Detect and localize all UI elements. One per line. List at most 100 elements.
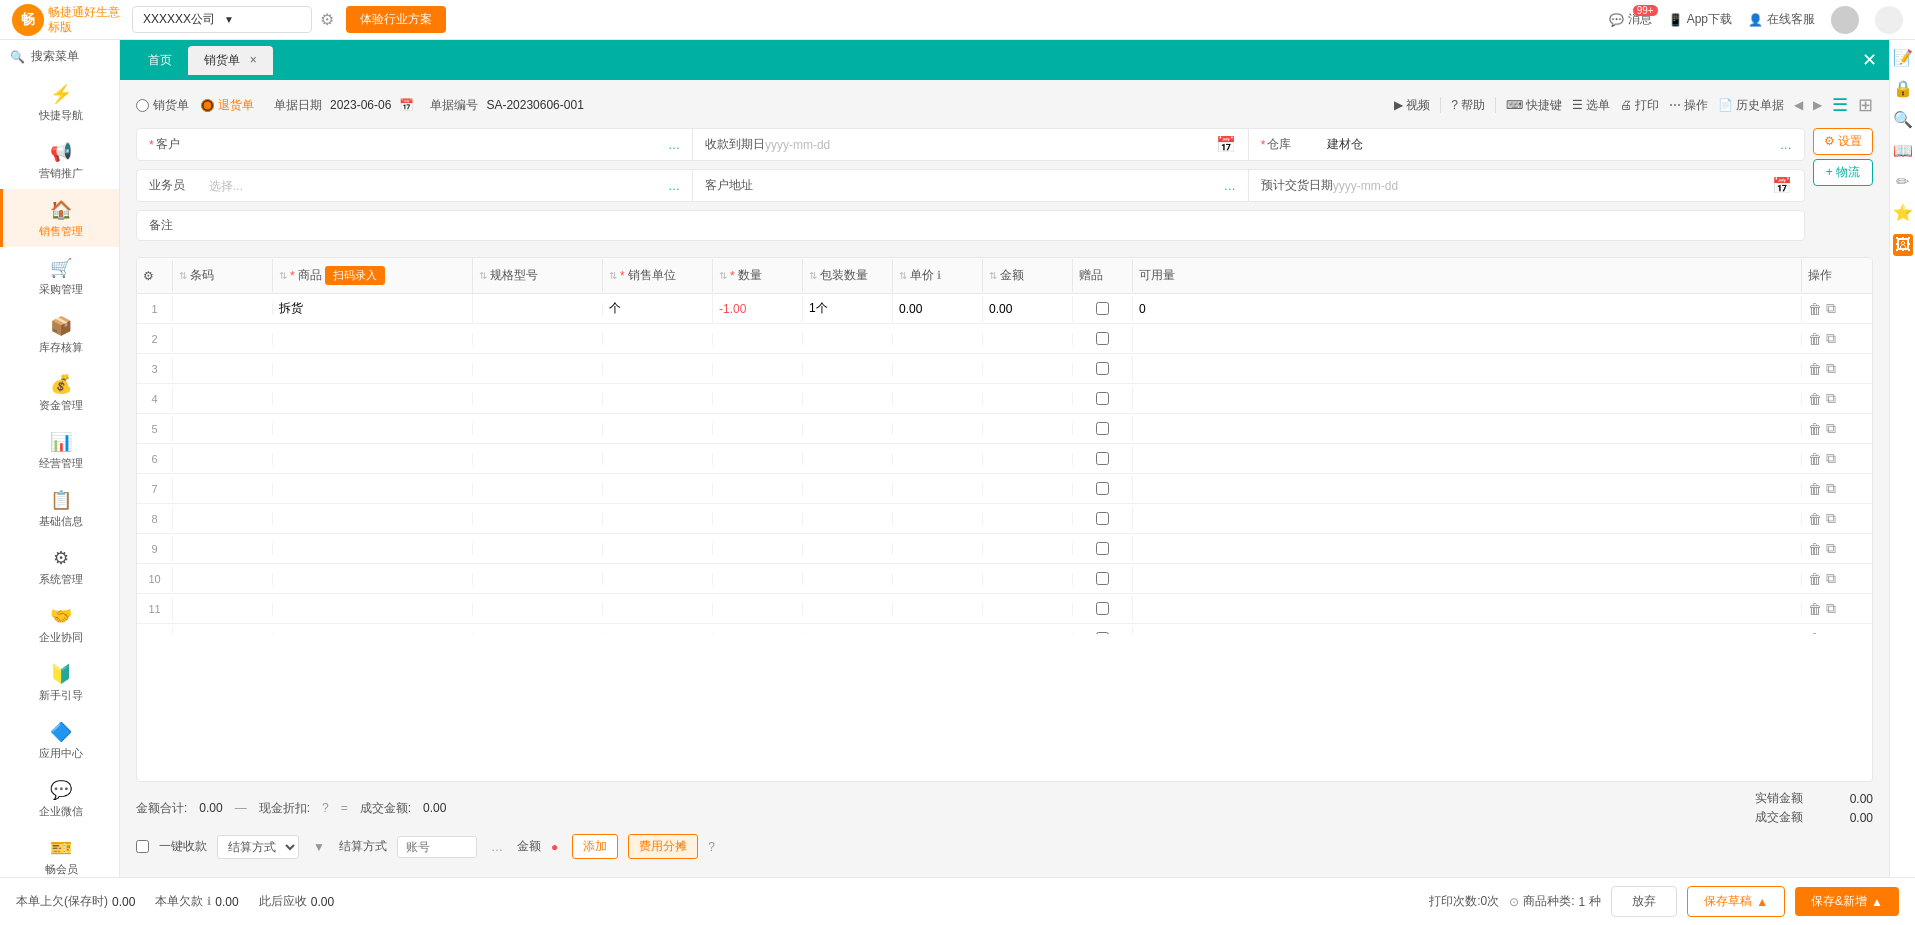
td-amount[interactable] (983, 363, 1073, 375)
sort-price-icon[interactable]: ⇅ (899, 270, 907, 281)
td-barcode[interactable] (173, 423, 273, 435)
td-barcode[interactable] (173, 363, 273, 375)
td-product[interactable] (273, 393, 473, 405)
question-icon[interactable]: ? (708, 840, 715, 854)
toolbar-shortcut-btn[interactable]: ⌨ 快捷键 (1506, 97, 1562, 114)
one-click-payment-checkbox[interactable] (136, 840, 149, 853)
payment-date-input[interactable] (765, 138, 1212, 152)
td-unit[interactable] (603, 543, 713, 555)
delete-icon[interactable]: 🗑 (1808, 481, 1822, 497)
notification-item[interactable]: 💬 消息 99+ (1609, 11, 1652, 28)
customer-input[interactable] (216, 138, 664, 152)
sidebar-item-basic[interactable]: 📋 基础信息 (0, 479, 119, 537)
td-spec[interactable] (473, 633, 603, 635)
settings-button[interactable]: ⚙ 设置 (1813, 128, 1873, 155)
gift-checkbox[interactable] (1096, 452, 1109, 465)
td-gift[interactable] (1073, 536, 1133, 561)
td-product[interactable] (273, 363, 473, 375)
td-unit[interactable] (603, 423, 713, 435)
td-amount[interactable] (983, 333, 1073, 345)
sort-qty-icon[interactable]: ⇅ (719, 270, 727, 281)
copy-icon[interactable]: ⧉ (1826, 360, 1836, 377)
td-amount[interactable] (983, 573, 1073, 585)
td-barcode[interactable] (173, 633, 273, 635)
delete-icon[interactable]: 🗑 (1808, 511, 1822, 527)
customer-address-input[interactable] (765, 179, 1220, 193)
delete-icon[interactable]: 🗑 (1808, 421, 1822, 437)
toolbar-video-btn[interactable]: ▶ 视频 (1394, 97, 1430, 114)
gift-checkbox[interactable] (1096, 422, 1109, 435)
td-pkg-1[interactable]: 1个 (803, 294, 893, 323)
nav-prev-icon[interactable]: ◀ (1794, 98, 1803, 112)
td-barcode[interactable] (173, 483, 273, 495)
td-product[interactable] (273, 483, 473, 495)
toolbar-help-btn[interactable]: ? 帮助 (1451, 97, 1485, 114)
td-price[interactable] (893, 423, 983, 435)
td-pkg[interactable] (803, 393, 893, 405)
td-unit[interactable] (603, 573, 713, 585)
td-unit[interactable] (603, 603, 713, 615)
add-payment-button[interactable]: 添加 (572, 834, 618, 859)
td-price[interactable] (893, 333, 983, 345)
td-price[interactable] (893, 513, 983, 525)
user-avatar[interactable] (1831, 6, 1859, 34)
td-barcode[interactable] (173, 513, 273, 525)
td-gift[interactable] (1073, 386, 1133, 411)
delete-icon[interactable]: 🗑 (1808, 451, 1822, 467)
copy-icon[interactable]: ⧉ (1826, 390, 1836, 407)
gift-checkbox[interactable] (1096, 512, 1109, 525)
price-info-icon[interactable]: ℹ (937, 269, 941, 282)
td-pkg[interactable] (803, 573, 893, 585)
td-gift[interactable] (1073, 596, 1133, 621)
sidebar-item-weixin[interactable]: 💬 企业微信 (0, 769, 119, 827)
td-amount[interactable] (983, 603, 1073, 615)
copy-icon-1[interactable]: ⧉ (1826, 300, 1836, 317)
td-gift[interactable] (1073, 416, 1133, 441)
sidebar-item-quick-nav[interactable]: ⚡ 快捷导航 (0, 73, 119, 131)
td-pkg[interactable] (803, 453, 893, 465)
td-product[interactable] (273, 543, 473, 555)
delete-icon[interactable]: 🗑 (1808, 361, 1822, 377)
td-unit[interactable] (603, 483, 713, 495)
td-gift[interactable] (1073, 326, 1133, 351)
td-qty-1[interactable]: -1.00 (713, 296, 803, 322)
sidebar-item-sales[interactable]: 🏠 销售管理 (0, 189, 119, 247)
td-qty[interactable] (713, 603, 803, 615)
gift-checkbox[interactable] (1096, 482, 1109, 495)
td-amount[interactable] (983, 393, 1073, 405)
radio-return[interactable]: 退货单 (201, 97, 254, 114)
td-spec[interactable] (473, 363, 603, 375)
nav-next-icon[interactable]: ▶ (1813, 98, 1822, 112)
account-dots-icon[interactable]: … (491, 840, 503, 854)
td-price[interactable] (893, 603, 983, 615)
tab-home[interactable]: 首页 (132, 46, 188, 75)
td-gift[interactable] (1073, 566, 1133, 591)
gift-checkbox[interactable] (1096, 362, 1109, 375)
td-pkg[interactable] (803, 333, 893, 345)
td-price[interactable] (893, 393, 983, 405)
td-barcode[interactable] (173, 333, 273, 345)
td-spec[interactable] (473, 453, 603, 465)
td-amount[interactable] (983, 423, 1073, 435)
company-selector[interactable]: XXXXXX公司 ▼ (132, 6, 312, 33)
td-price[interactable] (893, 483, 983, 495)
warehouse-more-icon[interactable]: … (1780, 138, 1792, 152)
copy-icon[interactable]: ⧉ (1826, 480, 1836, 497)
logistics-button[interactable]: + 物流 (1813, 159, 1873, 186)
td-product[interactable] (273, 573, 473, 585)
copy-icon[interactable]: ⧉ (1826, 630, 1836, 634)
td-spec[interactable] (473, 393, 603, 405)
td-qty[interactable] (713, 573, 803, 585)
sidebar-item-purchase[interactable]: 🛒 采购管理 (0, 247, 119, 305)
payment-method-select[interactable]: 结算方式 (217, 835, 299, 859)
td-product-1[interactable]: 拆货 (273, 294, 473, 323)
td-barcode-1[interactable] (173, 303, 273, 315)
delete-icon-1[interactable]: 🗑 (1808, 301, 1822, 317)
sidebar-search[interactable]: 🔍 搜索菜单 (0, 40, 119, 73)
sort-product-icon[interactable]: ⇅ (279, 270, 287, 281)
td-gift[interactable] (1073, 506, 1133, 531)
sort-pkg-icon[interactable]: ⇅ (809, 270, 817, 281)
td-product[interactable] (273, 633, 473, 635)
online-service-item[interactable]: 👤 在线客服 (1748, 11, 1815, 28)
rp-edit-icon[interactable]: 📝 (1893, 48, 1913, 67)
